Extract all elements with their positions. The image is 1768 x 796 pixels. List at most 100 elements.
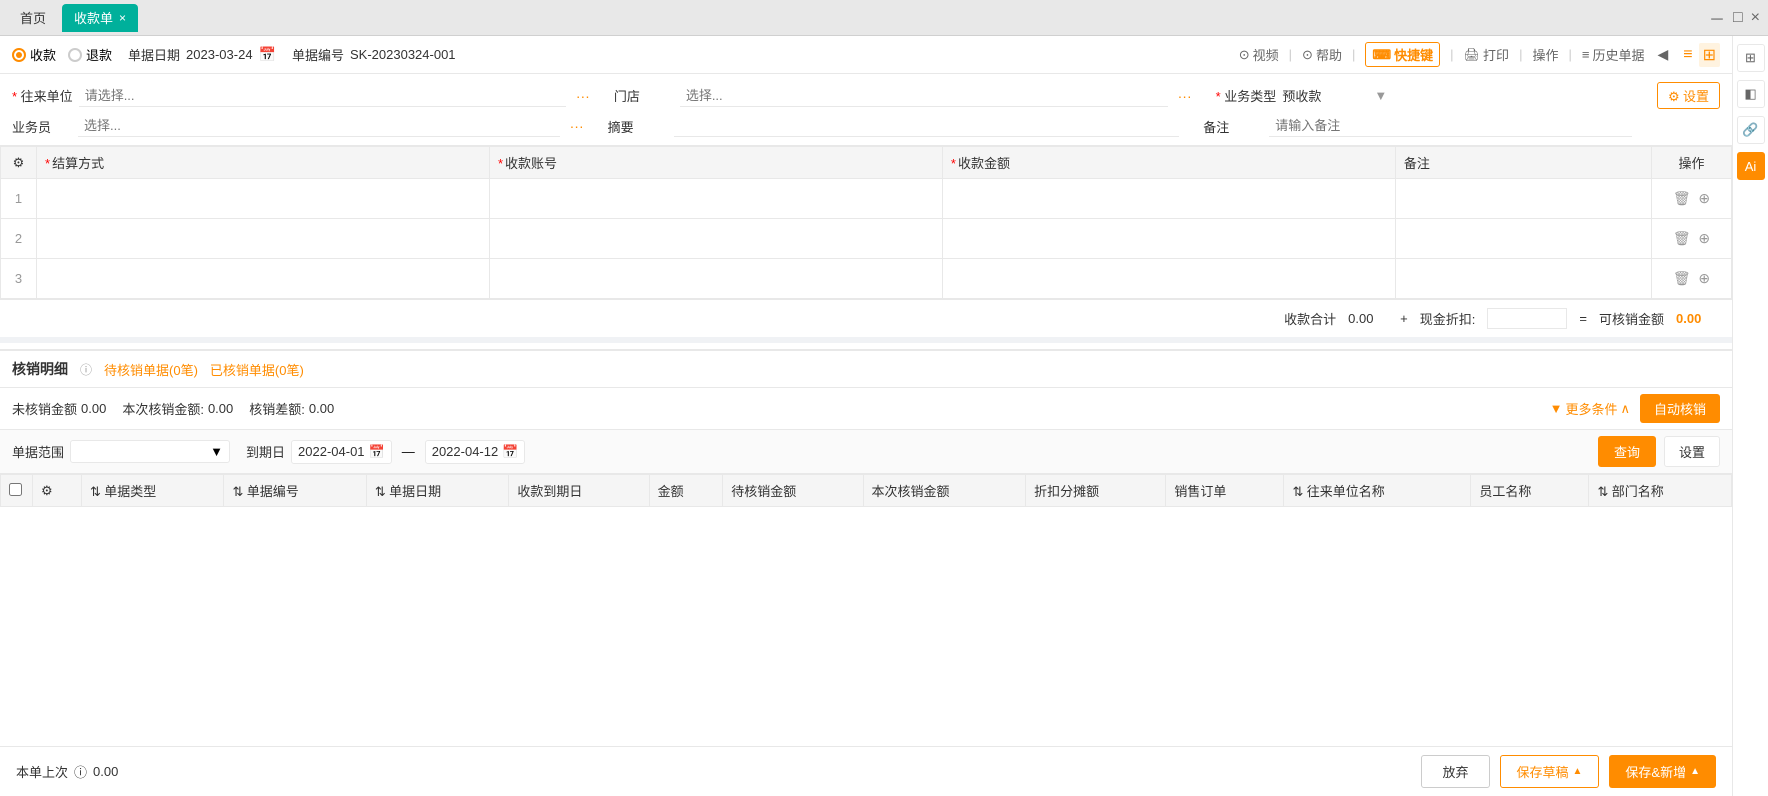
date-calendar-icon[interactable]: 📅 — [259, 46, 276, 63]
draft-label: 保存草稿 — [1517, 762, 1569, 781]
right-panel-ai-icon[interactable]: Ai — [1737, 152, 1765, 180]
row-settle-3[interactable] — [37, 259, 490, 299]
row-amount-3[interactable] — [942, 259, 1395, 299]
store-label: 门店 — [614, 86, 674, 105]
abandon-button[interactable]: 放弃 — [1421, 755, 1489, 788]
more-conditions-btn[interactable]: ▼ 更多条件 ∧ — [1550, 399, 1630, 418]
store-input[interactable] — [680, 85, 1168, 107]
main-table: ⚙ *结算方式 *收款账号 *收款金额 备注 操作 1 — [0, 146, 1732, 299]
print-btn[interactable]: 🖨 打印 — [1464, 45, 1510, 64]
tab-active[interactable]: 收款单 × — [62, 4, 138, 32]
th-gear-bottom[interactable]: ⚙ — [33, 475, 82, 507]
due-label: 到期日 — [246, 442, 285, 461]
tab-close-icon[interactable]: × — [119, 11, 126, 25]
save-button[interactable]: 保存&新增 ▲ — [1609, 755, 1716, 788]
date-field: 单据日期 2023-03-24 📅 — [128, 45, 276, 64]
help-btn[interactable]: ⊙ 帮助 — [1302, 45, 1342, 64]
copy-icon-2[interactable]: ⊕ — [1698, 230, 1710, 246]
date-from-display[interactable]: 2022-04-01 📅 — [291, 440, 392, 464]
sort-icon: ⇅ — [90, 484, 101, 499]
radio-shoukuan[interactable]: 收款 — [12, 45, 56, 64]
row-remark-1[interactable] — [1395, 179, 1651, 219]
number-value: SK-20230324-001 — [350, 47, 456, 62]
row-account-1[interactable] — [489, 179, 942, 219]
prev-arrow[interactable]: ◀ — [1654, 46, 1671, 63]
sep4: | — [1519, 47, 1522, 62]
net-value: 0.00 — [1676, 311, 1716, 326]
range-select[interactable]: ▼ — [70, 440, 230, 463]
list-view-icon[interactable]: ≡ — [1681, 46, 1694, 64]
row-settle-2[interactable] — [37, 219, 490, 259]
window-restore[interactable]: □ — [1733, 9, 1743, 27]
row-account-2[interactable] — [489, 219, 942, 259]
copy-icon-1[interactable]: ⊕ — [1698, 190, 1710, 206]
total-value: 0.00 — [1348, 311, 1388, 326]
delete-icon-3[interactable]: 🗑 — [1673, 270, 1691, 286]
staff-more-icon[interactable]: ··· — [570, 118, 584, 134]
number-label: 单据编号 — [292, 45, 344, 64]
split-icon: ◧ — [1744, 86, 1756, 102]
radio-tuikuan[interactable]: 退款 — [68, 45, 112, 64]
delete-icon-2[interactable]: 🗑 — [1673, 230, 1691, 246]
info-icon[interactable]: ⓘ — [74, 762, 87, 781]
business-type-dropdown[interactable]: ▼ — [1368, 86, 1393, 105]
company-more-icon[interactable]: ··· — [576, 88, 590, 104]
staff-input[interactable] — [78, 115, 560, 137]
row-settle-1[interactable] — [37, 179, 490, 219]
done-tab[interactable]: 已核销单据(0笔) — [210, 360, 304, 379]
shortcut-btn[interactable]: ⌨ 快捷键 — [1365, 42, 1440, 67]
right-panel-icon-1[interactable]: ⊞ — [1737, 44, 1765, 72]
remark-input[interactable] — [1269, 115, 1632, 137]
number-field: 单据编号 SK-20230324-001 — [292, 45, 456, 64]
right-panel-icon-3[interactable]: 🔗 — [1737, 116, 1765, 144]
pending-tab[interactable]: 待核销单据(0笔) — [104, 360, 198, 379]
query-button[interactable]: 查询 — [1598, 436, 1656, 467]
window-minimize[interactable]: － — [1709, 6, 1725, 30]
summary-input[interactable] — [674, 115, 1180, 137]
sort-icon3: ⇅ — [375, 484, 386, 499]
video-btn[interactable]: ⊙ 视频 — [1239, 45, 1279, 64]
row-account-3[interactable] — [489, 259, 942, 299]
form-area: 往来单位 ··· 门店 ··· 业务类型 预收款 ▼ ⚙ 设置 — [0, 74, 1732, 146]
window-controls: － □ × — [1709, 6, 1760, 30]
delete-icon-1[interactable]: 🗑 — [1673, 190, 1691, 206]
ai-icon: Ai — [1745, 159, 1757, 174]
grid-view-icon[interactable]: ⊞ — [1699, 43, 1720, 67]
store-more-icon[interactable]: ··· — [1178, 88, 1192, 104]
sort-icon5: ⇅ — [1597, 484, 1608, 499]
date-to-display[interactable]: 2022-04-12 📅 — [425, 440, 526, 464]
this-order-label: 本单上次 — [16, 762, 68, 781]
calendar-to-icon: 📅 — [502, 444, 518, 460]
settings-button[interactable]: 设置 — [1664, 436, 1720, 467]
business-type-label: 业务类型 — [1216, 86, 1277, 105]
tab-home[interactable]: 首页 — [8, 4, 58, 32]
th-company-name: ⇅ 往来单位名称 — [1284, 475, 1471, 507]
row-amount-1[interactable] — [942, 179, 1395, 219]
table-row: 3 🗑 ⊕ — [1, 259, 1732, 299]
setting-btn[interactable]: ⚙ 设置 — [1657, 82, 1720, 109]
select-all-checkbox[interactable] — [9, 483, 22, 496]
row-num-3: 3 — [1, 259, 37, 299]
discount-input[interactable] — [1487, 308, 1567, 329]
staff-field: 业务员 ··· — [12, 115, 584, 137]
verify-info-icon[interactable]: ⓘ — [80, 361, 92, 378]
store-field: 门店 ··· — [614, 85, 1192, 107]
th-settle: *结算方式 — [37, 147, 490, 179]
history-btn[interactable]: ≡ 历史单据 — [1582, 45, 1645, 64]
row-remark-3[interactable] — [1395, 259, 1651, 299]
right-panel-icon-2[interactable]: ◧ — [1737, 80, 1765, 108]
nav-arrows: ◀ — [1654, 46, 1671, 63]
row-amount-2[interactable] — [942, 219, 1395, 259]
date-range-sep: — — [402, 444, 415, 459]
th-account: *收款账号 — [489, 147, 942, 179]
draft-button[interactable]: 保存草稿 ▲ — [1500, 755, 1600, 788]
window-close[interactable]: × — [1751, 9, 1760, 27]
copy-icon-3[interactable]: ⊕ — [1698, 270, 1710, 286]
th-actions: 操作 — [1652, 147, 1732, 179]
row-remark-2[interactable] — [1395, 219, 1651, 259]
th-gear[interactable]: ⚙ — [1, 147, 37, 179]
save-label: 保存&新增 — [1625, 762, 1686, 781]
company-input[interactable] — [79, 85, 566, 107]
auto-verify-button[interactable]: 自动核销 — [1640, 394, 1720, 423]
operation-btn[interactable]: 操作 — [1532, 45, 1558, 64]
